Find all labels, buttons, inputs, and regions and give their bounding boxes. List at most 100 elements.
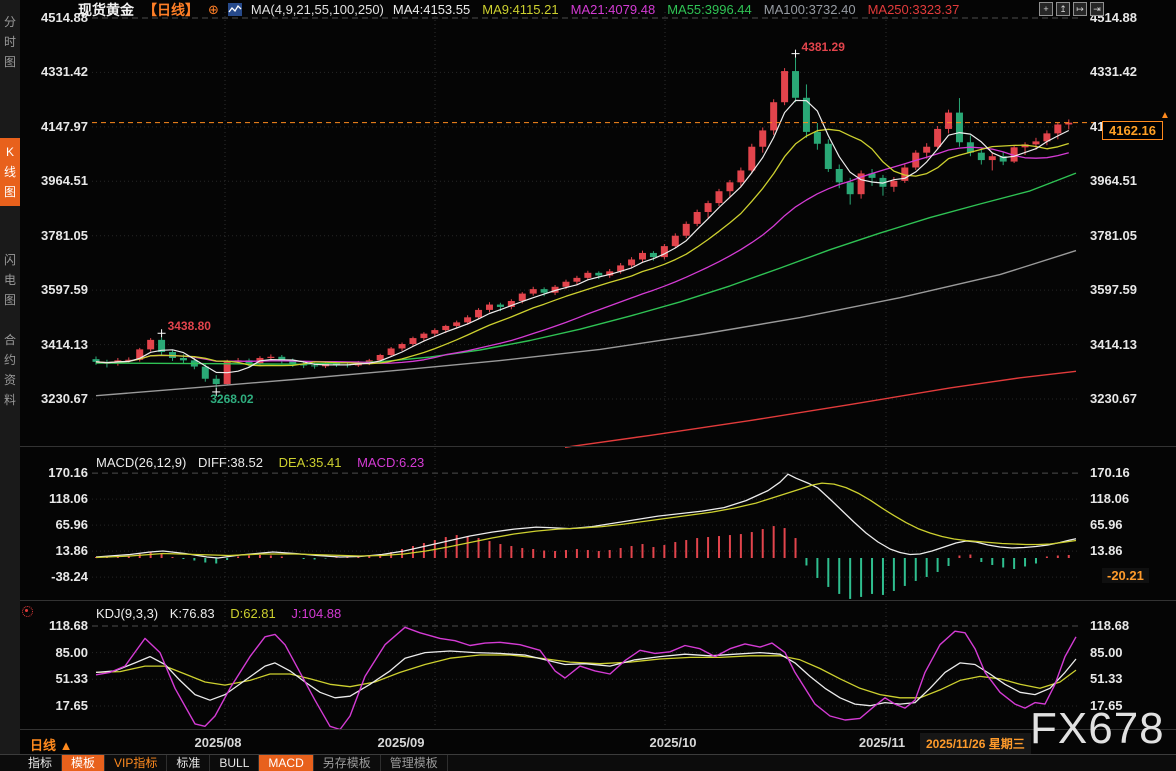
sidebar-item-char: 闪 [3,253,16,267]
kline-chart-app: 分时图K线图闪电图合约资料 现货黄金 【日线】 ⊕ MA(4,9,21,55,1… [0,0,1176,771]
kdj-axis-label-left: 51.33 [55,671,88,687]
bottom-tab-6[interactable]: 另存模板 [314,755,381,771]
sidebar-item-char: 电 [3,273,16,287]
ma-value-5: MA250:3323.37 [867,2,960,17]
kdj-j-value: J:104.88 [291,606,342,621]
sidebar-item-char: 资 [3,373,16,387]
kdj-panel-title: KDJ(9,3,3) K:76.83 D:62.81 J:104.88 [96,606,341,621]
ma-value-4: MA100:3732.40 [763,2,856,17]
main-axis-label-right: 3964.51 [1090,173,1137,189]
main-axis-label-left: 3597.59 [41,282,88,298]
sidebar-item-char: 线 [3,165,16,179]
ma-value-2: MA21:4079.48 [570,2,656,17]
watermark: FX678 [1030,704,1165,753]
sidebar-item-char: 料 [3,393,16,407]
sidebar-item-char: 图 [3,185,16,199]
current-price-tag: 4162.16 [1102,121,1163,140]
sidebar-item-char: 约 [3,353,16,367]
sidebar-item-char: 分 [3,15,16,29]
indicator-settings-icon[interactable] [22,606,33,617]
main-axis-label-left: 3230.67 [41,391,88,406]
add-indicator-icon[interactable]: ⊕ [208,2,219,18]
kdj-title: KDJ(9,3,3) [96,606,159,621]
macd-axis-label-right: 13.86 [1090,543,1123,559]
layout-icon-0[interactable]: + [1039,2,1053,16]
macd-axis-label-left: 118.06 [48,491,88,507]
price-annotation: 3268.02 [210,391,254,406]
macd-dea-value: DEA:35.41 [278,455,342,470]
chart-header: 现货黄金 【日线】 ⊕ MA(4,9,21,55,100,250) MA4:41… [78,1,959,18]
sidebar-item-2[interactable]: 闪电图 [0,246,20,314]
macd-axis-label-right: 65.96 [1090,517,1123,533]
symbol-name: 现货黄金 [78,1,134,18]
kdj-k-value: K:76.83 [169,606,215,621]
kdj-axis-label-left: 85.00 [55,644,88,660]
main-axis-label-left: 3781.05 [41,227,88,243]
x-axis-month-label: 2025/10 [649,735,697,750]
main-axis-label-right: 3781.05 [1090,227,1137,243]
panel-separator [20,446,1176,447]
macd-diff-value: DIFF:38.52 [197,455,263,470]
ma-value-0: MA4:4153.55 [392,2,471,17]
x-axis-month-label: 2025/11 [858,735,906,750]
main-axis-label-right: 3597.59 [1090,282,1137,298]
bottom-tab-2[interactable]: VIP指标 [105,755,168,771]
x-axis-month-label: 2025/09 [377,735,425,750]
ma-values: MA4:4153.55 MA9:4115.21 MA21:4079.48 MA55:3… [393,2,959,17]
kdj-axis-label-right: 118.68 [1090,617,1130,633]
macd-panel-title: MACD(26,12,9) DIFF:38.52 DEA:35.41 MACD:… [96,455,424,470]
sidebar-item-char: 图 [3,55,16,69]
ma-group-label: MA(4,9,21,55,100,250) [250,2,384,17]
kdj-axis-label-right: 85.00 [1090,644,1123,660]
main-axis-label-right: 4331.42 [1090,64,1137,80]
panel-separator [20,729,1176,730]
bottom-tab-3[interactable]: 标准 [167,755,211,771]
bottom-tab-7[interactable]: 管理模板 [381,755,448,771]
macd-current-tag: -20.21 [1102,568,1149,583]
price-annotation: 4381.29 [801,39,845,54]
macd-axis-label-left: 170.16 [48,465,88,481]
bottom-tab-4[interactable]: BULL [210,755,260,771]
macd-macd-value: MACD:6.23 [357,455,425,470]
sidebar-item-1[interactable]: K线图 [0,138,20,206]
macd-axis-label-left: 13.86 [55,543,88,559]
layout-icon-1[interactable]: ↥ [1056,2,1070,16]
main-axis-label-right: 3230.67 [1090,391,1137,406]
macd-axis-label-right: 118.06 [1090,491,1130,507]
kdj-axis-label-left: 17.65 [55,698,88,713]
macd-title: MACD(26,12,9) [96,455,187,470]
panel-separator [20,600,1176,601]
kdj-axis-label-right: 51.33 [1090,671,1123,687]
bottom-tab-bar: 指标 模板 VIP指标 标准 BULL MACD 另存模板 管理模板 [0,754,1176,771]
price-arrow-icon: ▲ [1160,110,1170,121]
sidebar-item-char: 合 [3,333,16,347]
main-axis-label-left: 3964.51 [41,173,88,189]
left-sidebar: 分时图K线图闪电图合约资料 [0,0,20,771]
sidebar-item-char: 时 [3,35,16,49]
sidebar-item-0[interactable]: 分时图 [0,8,20,76]
period-label[interactable]: 日线 ▲ [30,735,72,754]
bottom-tab-0[interactable]: 指标 [19,755,63,771]
mini-chart-icon[interactable] [227,3,242,16]
bottom-tab-5[interactable]: MACD [259,755,314,771]
layout-icon-2[interactable]: ↦ [1073,2,1087,16]
sidebar-item-3[interactable]: 合约资料 [0,326,20,414]
macd-axis-label-right: 170.16 [1090,465,1130,481]
period-tag[interactable]: 【日线】 [143,0,199,20]
x-axis-month-label: 2025/08 [194,735,242,750]
bottom-tab-1[interactable]: 模板 [62,755,106,771]
sidebar-item-char: K [5,145,14,159]
main-axis-label-right: 3414.13 [1090,336,1137,352]
sidebar-item-char: 图 [3,293,16,307]
main-axis-label-left: 4147.97 [41,118,88,134]
window-icons: + ↥ ↦ ⇥ [1039,2,1104,16]
layout-icon-3[interactable]: ⇥ [1090,2,1104,16]
chart-canvas[interactable] [0,0,1176,771]
main-axis-label-left: 3414.13 [41,336,88,352]
macd-axis-label-left: -38.24 [51,569,88,585]
ma-value-1: MA9:4115.21 [482,2,559,17]
price-annotation: 3438.80 [167,319,211,334]
kdj-d-value: D:62.81 [230,606,276,621]
ma-value-3: MA55:3996.44 [667,2,752,17]
date-tag: 2025/11/26 星期三 [920,733,1031,754]
